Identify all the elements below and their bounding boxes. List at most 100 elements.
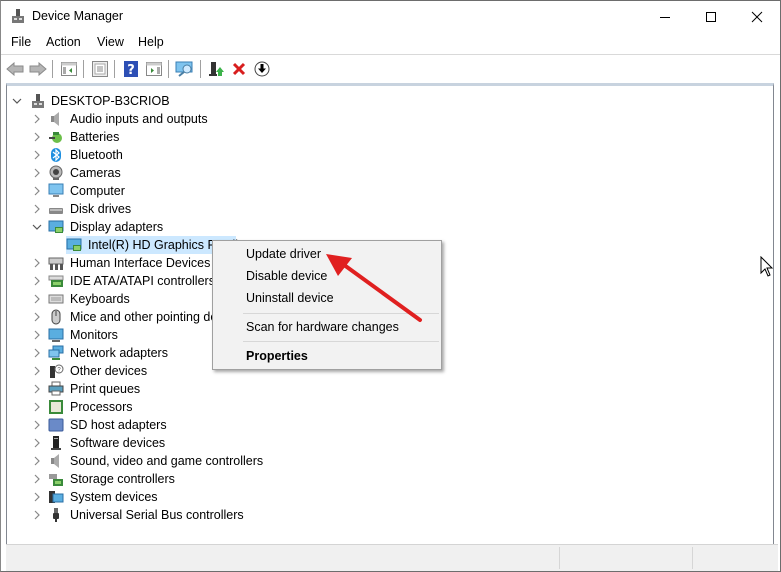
system-device-icon bbox=[49, 491, 64, 503]
menu-bar: File Action View Help bbox=[1, 32, 780, 53]
chevron-down-icon[interactable] bbox=[12, 95, 22, 107]
help-icon: ? bbox=[124, 61, 138, 77]
forward-button[interactable] bbox=[28, 59, 48, 79]
update-driver-button[interactable] bbox=[206, 59, 226, 79]
storage-controller-icon bbox=[49, 474, 63, 486]
menu-file[interactable]: File bbox=[11, 35, 31, 49]
menu-item-disable-device[interactable]: Disable device bbox=[246, 269, 327, 283]
chevron-right-icon[interactable] bbox=[32, 311, 42, 323]
tree-category-item[interactable]: SD host adapters bbox=[7, 416, 707, 434]
chevron-right-icon[interactable] bbox=[32, 419, 42, 431]
help-button[interactable]: ? bbox=[121, 59, 141, 79]
monitor-icon bbox=[48, 328, 64, 342]
computer-icon bbox=[48, 183, 64, 197]
chevron-right-icon[interactable] bbox=[32, 473, 42, 485]
chevron-right-icon[interactable] bbox=[32, 365, 42, 377]
show-hide-action-pane-icon bbox=[146, 62, 162, 76]
minimize-button[interactable] bbox=[642, 1, 688, 32]
menu-separator bbox=[243, 313, 439, 314]
tree-category-item[interactable]: Universal Serial Bus controllers bbox=[7, 506, 707, 524]
tree-root-label: DESKTOP-B3CRIOB bbox=[51, 94, 170, 108]
chevron-down-icon[interactable] bbox=[32, 221, 42, 233]
scan-hardware-icon bbox=[175, 61, 193, 77]
tree-category-item[interactable]: Software devices bbox=[7, 434, 707, 452]
chevron-right-icon[interactable] bbox=[32, 383, 42, 395]
display-adapter-icon bbox=[48, 220, 64, 233]
tree-category-item[interactable]: Sound, video and game controllers bbox=[7, 452, 707, 470]
unknown-device-icon: ? bbox=[50, 364, 64, 378]
toolbar-separator bbox=[52, 60, 53, 78]
chevron-right-icon[interactable] bbox=[32, 203, 42, 215]
chevron-right-icon[interactable] bbox=[32, 329, 42, 341]
close-button[interactable] bbox=[734, 1, 780, 32]
menu-item-scan-hardware[interactable]: Scan for hardware changes bbox=[246, 320, 399, 334]
menu-item-uninstall-device[interactable]: Uninstall device bbox=[246, 291, 334, 305]
tree-category-item[interactable]: Batteries bbox=[7, 128, 707, 146]
chevron-right-icon[interactable] bbox=[32, 167, 42, 179]
tree-root[interactable]: DESKTOP-B3CRIOB bbox=[7, 92, 707, 110]
printer-icon bbox=[48, 381, 64, 396]
back-button[interactable] bbox=[5, 59, 25, 79]
maximize-button[interactable] bbox=[688, 1, 734, 32]
disable-device-icon bbox=[254, 61, 270, 77]
status-bar bbox=[6, 544, 778, 571]
tree-category-item[interactable]: Audio inputs and outputs bbox=[7, 110, 707, 128]
tree-category-item[interactable]: Display adapters bbox=[7, 218, 707, 236]
tree-category-item[interactable]: Print queues bbox=[7, 380, 707, 398]
tree-item-label: Audio inputs and outputs bbox=[70, 112, 208, 126]
scan-hardware-button[interactable] bbox=[175, 59, 195, 79]
chevron-right-icon[interactable] bbox=[32, 509, 42, 521]
tree-category-item[interactable]: Processors bbox=[7, 398, 707, 416]
device-manager-icon bbox=[12, 9, 24, 23]
uninstall-device-icon bbox=[232, 62, 246, 76]
status-bar-divider bbox=[559, 547, 560, 569]
tree-item-label: Bluetooth bbox=[70, 148, 123, 162]
tree-item-label: Software devices bbox=[70, 436, 166, 450]
minimize-icon bbox=[660, 16, 670, 18]
status-bar-divider bbox=[692, 547, 693, 569]
show-hide-console-tree-button[interactable] bbox=[59, 59, 79, 79]
tree-category-item[interactable]: Cameras bbox=[7, 164, 707, 182]
menu-view[interactable]: View bbox=[97, 35, 124, 49]
tree-item-label: Network adapters bbox=[70, 346, 168, 360]
tree-item-label: Keyboards bbox=[70, 292, 130, 306]
chevron-right-icon[interactable] bbox=[32, 437, 42, 449]
show-hide-action-pane-button[interactable] bbox=[144, 59, 164, 79]
tree-item-label: Print queues bbox=[70, 382, 141, 396]
chevron-right-icon[interactable] bbox=[32, 347, 42, 359]
chevron-right-icon[interactable] bbox=[32, 185, 42, 197]
tree-category-item[interactable]: System devices bbox=[7, 488, 707, 506]
properties-button[interactable] bbox=[90, 59, 110, 79]
toolbar-separator bbox=[114, 60, 115, 78]
display-adapter-icon bbox=[66, 238, 82, 251]
chevron-right-icon[interactable] bbox=[32, 275, 42, 287]
tree-item-label: Processors bbox=[70, 400, 133, 414]
chevron-right-icon[interactable] bbox=[32, 149, 42, 161]
svg-text:?: ? bbox=[127, 63, 135, 77]
menu-item-update-driver[interactable]: Update driver bbox=[246, 247, 321, 261]
tree-category-item[interactable]: Computer bbox=[7, 182, 707, 200]
chevron-right-icon[interactable] bbox=[32, 113, 42, 125]
tree-category-item[interactable]: Bluetooth bbox=[7, 146, 707, 164]
speaker-icon bbox=[51, 112, 59, 126]
disable-device-button[interactable] bbox=[252, 59, 272, 79]
context-menu: Update driver Disable device Uninstall d… bbox=[212, 240, 442, 370]
chevron-right-icon[interactable] bbox=[32, 131, 42, 143]
chevron-right-icon[interactable] bbox=[32, 257, 42, 269]
chevron-right-icon[interactable] bbox=[32, 401, 42, 413]
battery-icon bbox=[49, 132, 62, 143]
uninstall-device-button[interactable] bbox=[229, 59, 249, 79]
menu-item-properties[interactable]: Properties bbox=[246, 349, 308, 363]
menu-action[interactable]: Action bbox=[46, 35, 81, 49]
sd-card-icon bbox=[48, 418, 64, 432]
tree-category-item[interactable]: Disk drives bbox=[7, 200, 707, 218]
tree-category-item[interactable]: Storage controllers bbox=[7, 470, 707, 488]
chevron-right-icon[interactable] bbox=[32, 293, 42, 305]
bluetooth-icon bbox=[51, 148, 61, 162]
ide-controller-icon bbox=[48, 275, 64, 287]
chevron-right-icon[interactable] bbox=[32, 455, 42, 467]
tree-item-label: IDE ATA/ATAPI controllers bbox=[70, 274, 215, 288]
chevron-right-icon[interactable] bbox=[32, 491, 42, 503]
forward-icon bbox=[29, 62, 47, 76]
menu-help[interactable]: Help bbox=[138, 35, 164, 49]
